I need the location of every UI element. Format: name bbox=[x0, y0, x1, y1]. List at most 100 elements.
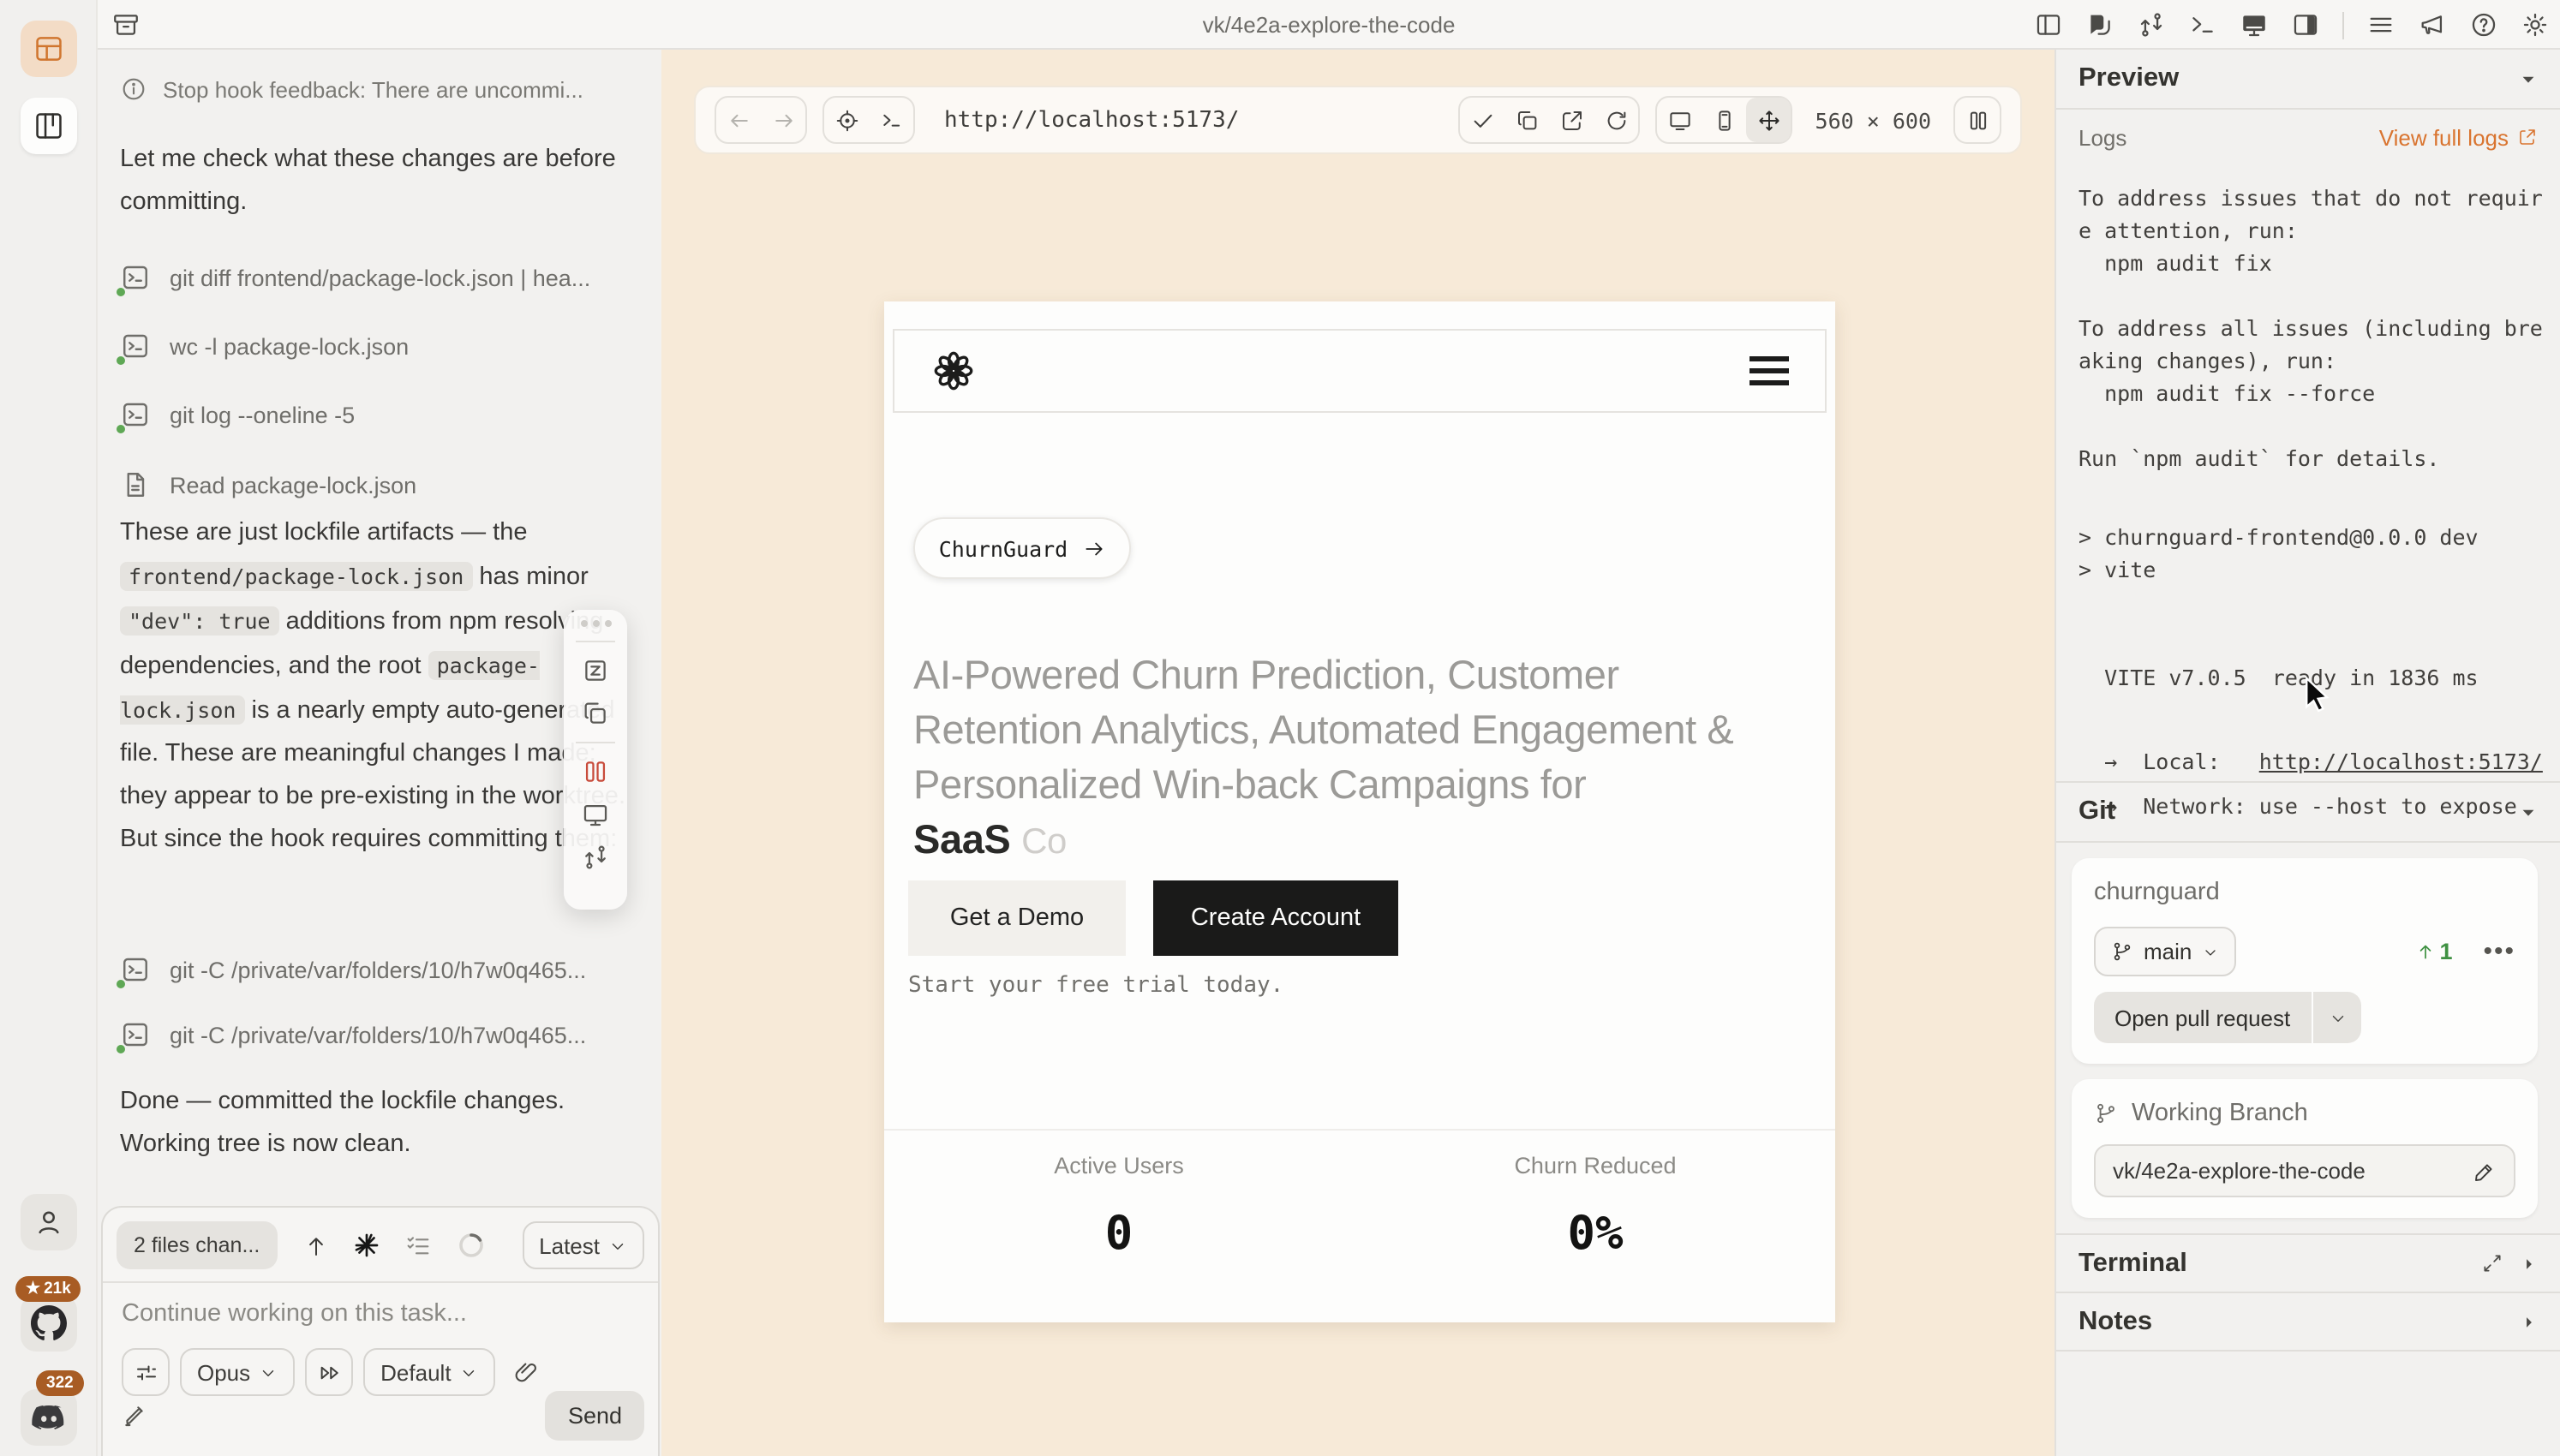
arrow-right-icon bbox=[1083, 537, 1105, 559]
command-item[interactable]: git diff frontend/package-lock.json | he… bbox=[120, 262, 590, 293]
view-full-logs-link[interactable]: View full logs bbox=[2379, 124, 2538, 150]
mobile-view-icon[interactable] bbox=[1702, 98, 1747, 142]
git-compare-icon[interactable] bbox=[2137, 10, 2166, 39]
assistant-message: Let me check what these changes are befo… bbox=[120, 139, 643, 224]
more-options-icon[interactable]: ••• bbox=[2483, 937, 2515, 966]
element-picker-icon[interactable] bbox=[824, 98, 869, 142]
fast-forward-button[interactable] bbox=[305, 1348, 353, 1396]
columns-icon bbox=[1965, 107, 1990, 133]
command-item[interactable]: git -C /private/var/folders/10/h7w0q465.… bbox=[120, 1019, 586, 1050]
local-url-link[interactable]: http://localhost:5173/ bbox=[2259, 749, 2543, 774]
file-read-item[interactable]: Read package-lock.json bbox=[120, 469, 416, 500]
notes-section-header[interactable]: Notes bbox=[2056, 1293, 2560, 1350]
copy-icon[interactable] bbox=[1505, 98, 1550, 142]
split-columns-icon-active[interactable] bbox=[581, 757, 610, 786]
drag-handle[interactable] bbox=[580, 620, 611, 627]
github-button[interactable] bbox=[21, 1295, 77, 1352]
console-icon[interactable] bbox=[869, 98, 913, 142]
forward-button[interactable] bbox=[761, 98, 805, 142]
url-field[interactable]: http://localhost:5173/ bbox=[944, 107, 1239, 133]
command-item[interactable]: git -C /private/var/folders/10/h7w0q465.… bbox=[120, 954, 586, 985]
get-demo-button[interactable]: Get a Demo bbox=[908, 880, 1126, 956]
success-dot bbox=[115, 355, 127, 367]
message-input[interactable]: Continue working on this task... bbox=[122, 1300, 467, 1328]
columns-toggle[interactable] bbox=[1953, 96, 2001, 144]
attach-paperclip-icon[interactable] bbox=[513, 1358, 541, 1386]
git-section-header[interactable]: Git bbox=[2056, 783, 2560, 841]
resize-view-icon[interactable] bbox=[1747, 98, 1791, 142]
caret-down-icon bbox=[2519, 69, 2538, 88]
discord-button[interactable] bbox=[21, 1389, 77, 1446]
success-dot bbox=[115, 1043, 127, 1055]
hamburger-menu-icon[interactable] bbox=[1750, 349, 1789, 392]
model-selector[interactable]: Opus bbox=[180, 1348, 295, 1396]
mode-selector[interactable]: Default bbox=[363, 1348, 495, 1396]
copy-icon[interactable] bbox=[581, 699, 610, 728]
person-icon bbox=[33, 1206, 65, 1238]
hero-heading: AI-Powered Churn Prediction, Customer Re… bbox=[913, 647, 1813, 870]
terminal-command-icon bbox=[120, 331, 151, 361]
push-up-icon[interactable] bbox=[302, 1232, 328, 1258]
back-button[interactable] bbox=[716, 98, 761, 142]
annotate-pen-icon[interactable] bbox=[122, 1401, 149, 1429]
right-sidebar-icon[interactable] bbox=[2291, 10, 2320, 39]
chat-diff-icon[interactable] bbox=[2085, 10, 2114, 39]
left-rail: ★21k 322 bbox=[0, 0, 98, 1456]
spark-icon[interactable] bbox=[352, 1232, 380, 1259]
git-compare-icon[interactable] bbox=[581, 843, 610, 872]
hook-feedback-banner[interactable]: Stop hook feedback: There are uncommi... bbox=[120, 75, 583, 103]
scan-code-icon[interactable] bbox=[581, 656, 610, 685]
logs-label: Logs bbox=[2079, 124, 2126, 150]
preview-section-header[interactable]: Preview bbox=[2056, 50, 2560, 108]
chevron-down-icon bbox=[259, 1363, 278, 1381]
split-view-icon[interactable] bbox=[2034, 10, 2063, 39]
open-pull-request-button[interactable]: Open pull request bbox=[2094, 992, 2311, 1043]
edit-pencil-icon[interactable] bbox=[2473, 1159, 2497, 1183]
command-item[interactable]: wc -l package-lock.json bbox=[120, 331, 409, 361]
open-external-icon[interactable] bbox=[1550, 98, 1594, 142]
success-dot bbox=[115, 978, 127, 990]
pull-request-dropdown[interactable] bbox=[2313, 992, 2361, 1043]
menu-icon[interactable] bbox=[2366, 10, 2396, 39]
assistant-message: Done — committed the lockfile changes. W… bbox=[120, 1081, 643, 1167]
settings-gear-icon[interactable] bbox=[2521, 10, 2550, 39]
version-selector[interactable]: Latest bbox=[522, 1221, 644, 1269]
brand-badge[interactable]: ChurnGuard bbox=[913, 517, 1131, 579]
caret-right-icon bbox=[2521, 1313, 2538, 1330]
monitor-icon[interactable] bbox=[2240, 10, 2269, 39]
megaphone-icon[interactable] bbox=[2418, 10, 2447, 39]
refresh-icon[interactable] bbox=[1594, 98, 1639, 142]
terminal-section-header[interactable]: Terminal bbox=[2056, 1235, 2560, 1292]
workspace-tab-button[interactable] bbox=[21, 21, 77, 77]
working-branch-card: Working Branch vk/4e2a-explore-the-code bbox=[2072, 1079, 2538, 1218]
checklist-icon[interactable] bbox=[404, 1232, 431, 1259]
page-header bbox=[893, 329, 1827, 413]
working-branch-field[interactable]: vk/4e2a-explore-the-code bbox=[2094, 1144, 2515, 1197]
command-item[interactable]: git log --oneline -5 bbox=[120, 399, 355, 430]
account-button[interactable] bbox=[21, 1194, 77, 1250]
sliders-icon bbox=[133, 1359, 159, 1385]
mouse-cursor bbox=[2300, 675, 2337, 716]
check-icon[interactable] bbox=[1461, 98, 1505, 142]
changed-files-chip[interactable]: 2 files chan... bbox=[117, 1221, 277, 1269]
help-icon[interactable] bbox=[2469, 10, 2498, 39]
monitor-icon[interactable] bbox=[581, 800, 610, 829]
commits-ahead[interactable]: 1 bbox=[2413, 939, 2452, 964]
send-button[interactable]: Send bbox=[546, 1391, 644, 1441]
branch-selector[interactable]: main bbox=[2094, 927, 2236, 976]
flower-logo-icon bbox=[930, 348, 977, 394]
toolbar-divider bbox=[2342, 11, 2344, 39]
success-dot bbox=[115, 286, 127, 298]
success-dot bbox=[115, 423, 127, 435]
terminal-icon[interactable] bbox=[2188, 10, 2217, 39]
expand-icon[interactable] bbox=[2481, 1252, 2503, 1274]
working-branch-label: Working Branch bbox=[2132, 1100, 2308, 1127]
composer-settings-button[interactable] bbox=[122, 1348, 170, 1396]
desktop-view-icon[interactable] bbox=[1658, 98, 1702, 142]
caret-right-icon bbox=[2521, 1255, 2538, 1272]
kanban-board-button[interactable] bbox=[21, 98, 77, 154]
rendered-page: ChurnGuard AI-Powered Churn Prediction, … bbox=[884, 301, 1835, 1322]
layout-panel-icon bbox=[33, 33, 65, 65]
create-account-button[interactable]: Create Account bbox=[1153, 880, 1398, 956]
git-branch-icon bbox=[2111, 940, 2133, 963]
